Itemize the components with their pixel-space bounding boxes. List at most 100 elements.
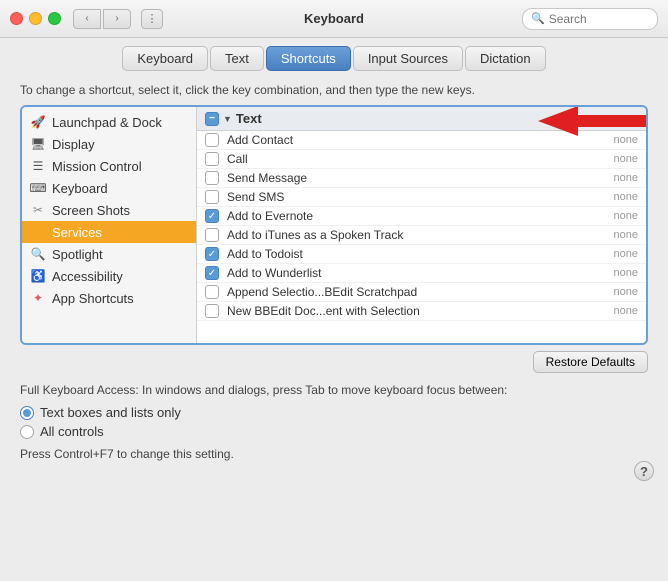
panel: 🚀 Launchpad & Dock 🖥 Display ☰ Mission C… bbox=[20, 105, 648, 345]
service-shortcut-3: none bbox=[614, 191, 638, 203]
hint-text: To change a shortcut, select it, click t… bbox=[20, 83, 648, 97]
search-input[interactable] bbox=[549, 12, 649, 26]
right-pane: − ▼ Text Add Contact none bbox=[197, 107, 646, 343]
restore-row: Restore Defaults bbox=[0, 345, 668, 373]
service-name-6: Add to Todoist bbox=[227, 247, 614, 261]
service-row[interactable]: ✓ Add to Wunderlist none bbox=[197, 264, 646, 283]
sidebar-item-display[interactable]: 🖥 Display bbox=[22, 133, 196, 155]
radio-inner-selected bbox=[23, 409, 31, 417]
traffic-lights bbox=[10, 12, 61, 25]
sidebar-item-spotlight[interactable]: 🔍 Spotlight bbox=[22, 243, 196, 265]
service-shortcut-8: none bbox=[614, 286, 638, 298]
spotlight-icon: 🔍 bbox=[30, 246, 46, 262]
sidebar-item-mission[interactable]: ☰ Mission Control bbox=[22, 155, 196, 177]
sidebar-item-display-label: Display bbox=[52, 137, 95, 152]
bottom-section: Full Keyboard Access: In windows and dia… bbox=[0, 373, 668, 461]
service-row[interactable]: ✓ Add to Todoist none bbox=[197, 245, 646, 264]
service-row[interactable]: Append Selectio...BEdit Scratchpad none bbox=[197, 283, 646, 302]
maximize-button[interactable] bbox=[48, 12, 61, 25]
service-shortcut-4: none bbox=[614, 210, 638, 222]
search-icon: 🔍 bbox=[531, 12, 545, 25]
mission-icon: ☰ bbox=[30, 158, 46, 174]
service-checkbox-2[interactable] bbox=[205, 171, 219, 185]
service-name-8: Append Selectio...BEdit Scratchpad bbox=[227, 285, 614, 299]
service-checkbox-6[interactable]: ✓ bbox=[205, 247, 219, 261]
sidebar-item-launchpad-label: Launchpad & Dock bbox=[52, 115, 162, 130]
launchpad-icon: 🚀 bbox=[30, 114, 46, 130]
sidebar-item-appshortcuts[interactable]: ✦ App Shortcuts bbox=[22, 287, 196, 309]
service-checkbox-5[interactable] bbox=[205, 228, 219, 242]
radio-text-boxes[interactable] bbox=[20, 406, 34, 420]
close-button[interactable] bbox=[10, 12, 23, 25]
service-shortcut-2: none bbox=[614, 172, 638, 184]
service-name-3: Send SMS bbox=[227, 190, 614, 204]
sidebar-item-keyboard[interactable]: ⌨ Keyboard bbox=[22, 177, 196, 199]
service-name-4: Add to Evernote bbox=[227, 209, 614, 223]
tab-shortcuts[interactable]: Shortcuts bbox=[266, 46, 351, 71]
help-button[interactable]: ? bbox=[634, 461, 654, 481]
service-shortcut-5: none bbox=[614, 229, 638, 241]
group-checkbox[interactable]: − bbox=[205, 112, 219, 126]
sidebar-item-services-label: Services bbox=[52, 225, 102, 240]
service-row[interactable]: New BBEdit Doc...ent with Selection none bbox=[197, 302, 646, 321]
service-name-5: Add to iTunes as a Spoken Track bbox=[227, 228, 614, 242]
service-checkbox-0[interactable] bbox=[205, 133, 219, 147]
radio-row-all-controls[interactable]: All controls bbox=[20, 424, 648, 439]
service-row[interactable]: Add Contact none bbox=[197, 131, 646, 150]
service-checkbox-4[interactable]: ✓ bbox=[205, 209, 219, 223]
main-content: To change a shortcut, select it, click t… bbox=[0, 75, 668, 345]
service-checkbox-3[interactable] bbox=[205, 190, 219, 204]
service-name-0: Add Contact bbox=[227, 133, 614, 147]
window-title: Keyboard bbox=[304, 11, 364, 26]
group-header-label: Text bbox=[236, 111, 638, 126]
sidebar-item-launchpad[interactable]: 🚀 Launchpad & Dock bbox=[22, 111, 196, 133]
keyboard-icon: ⌨ bbox=[30, 180, 46, 196]
tab-text[interactable]: Text bbox=[210, 46, 264, 71]
accessibility-icon: ♿ bbox=[30, 268, 46, 284]
search-box[interactable]: 🔍 bbox=[522, 8, 658, 30]
display-icon: 🖥 bbox=[30, 136, 46, 152]
service-name-9: New BBEdit Doc...ent with Selection bbox=[227, 304, 614, 318]
radio-all-controls[interactable] bbox=[20, 425, 34, 439]
triangle-icon: ▼ bbox=[223, 114, 232, 124]
service-row[interactable]: Send Message none bbox=[197, 169, 646, 188]
service-row[interactable]: Send SMS none bbox=[197, 188, 646, 207]
service-row[interactable]: Add to iTunes as a Spoken Track none bbox=[197, 226, 646, 245]
restore-defaults-button[interactable]: Restore Defaults bbox=[533, 351, 648, 373]
group-header[interactable]: − ▼ Text bbox=[197, 107, 646, 131]
appshortcuts-icon: ✦ bbox=[30, 290, 46, 306]
sidebar-item-accessibility[interactable]: ♿ Accessibility bbox=[22, 265, 196, 287]
sidebar-item-screenshots[interactable]: ✂ Screen Shots bbox=[22, 199, 196, 221]
sidebar-item-spotlight-label: Spotlight bbox=[52, 247, 103, 262]
service-checkbox-9[interactable] bbox=[205, 304, 219, 318]
sidebar: 🚀 Launchpad & Dock 🖥 Display ☰ Mission C… bbox=[22, 107, 197, 343]
tab-keyboard[interactable]: Keyboard bbox=[122, 46, 208, 71]
service-row[interactable]: ✓ Add to Evernote none bbox=[197, 207, 646, 226]
radio-label-all-controls: All controls bbox=[40, 424, 104, 439]
service-shortcut-9: none bbox=[614, 305, 638, 317]
service-shortcut-1: none bbox=[614, 153, 638, 165]
service-checkbox-7[interactable]: ✓ bbox=[205, 266, 219, 280]
radio-row-text-boxes[interactable]: Text boxes and lists only bbox=[20, 405, 648, 420]
services-icon: ⚙ bbox=[30, 224, 46, 240]
grid-button[interactable]: ⋮ bbox=[141, 9, 163, 29]
back-button[interactable]: ‹ bbox=[73, 9, 101, 29]
sidebar-item-services[interactable]: ⚙ Services bbox=[22, 221, 196, 243]
titlebar: ‹ › ⋮ Keyboard 🔍 bbox=[0, 0, 668, 38]
tab-input-sources[interactable]: Input Sources bbox=[353, 46, 463, 71]
full-keyboard-title: Full Keyboard Access: In windows and dia… bbox=[20, 383, 648, 397]
screenshot-icon: ✂ bbox=[30, 202, 46, 218]
radio-label-text-boxes: Text boxes and lists only bbox=[40, 405, 181, 420]
sidebar-item-screenshot-label: Screen Shots bbox=[52, 203, 130, 218]
service-checkbox-1[interactable] bbox=[205, 152, 219, 166]
service-name-2: Send Message bbox=[227, 171, 614, 185]
minimize-button[interactable] bbox=[29, 12, 42, 25]
tab-dictation[interactable]: Dictation bbox=[465, 46, 546, 71]
forward-button[interactable]: › bbox=[103, 9, 131, 29]
service-row[interactable]: Call none bbox=[197, 150, 646, 169]
service-shortcut-0: none bbox=[614, 134, 638, 146]
sidebar-item-accessibility-label: Accessibility bbox=[52, 269, 123, 284]
service-shortcut-7: none bbox=[614, 267, 638, 279]
nav-buttons: ‹ › bbox=[73, 9, 131, 29]
service-checkbox-8[interactable] bbox=[205, 285, 219, 299]
